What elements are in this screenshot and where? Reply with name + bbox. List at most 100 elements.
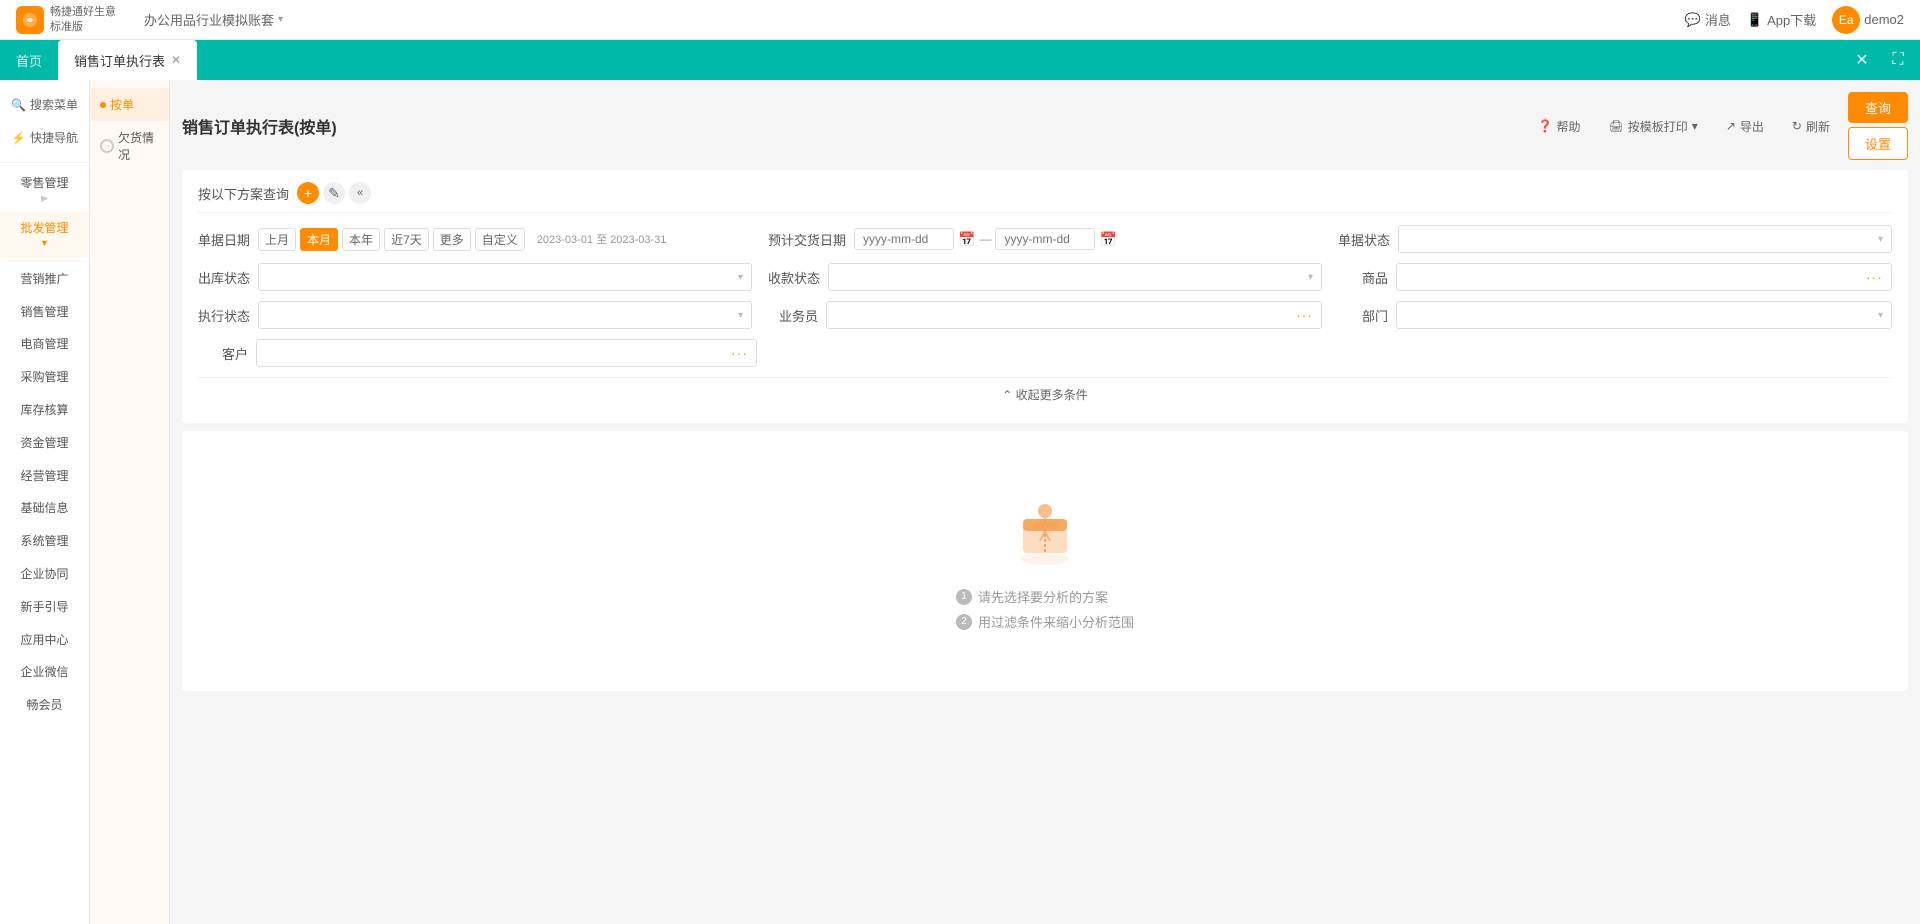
status-select[interactable]: ▾ bbox=[1398, 225, 1892, 253]
sidebar-top: 🔍 搜索菜单 ⚡ 快捷导航 bbox=[0, 80, 89, 163]
sub-item-label: 欠货情况 bbox=[118, 129, 159, 163]
tab-close-icon[interactable]: ✕ bbox=[171, 54, 181, 66]
user-profile[interactable]: Ea demo2 bbox=[1832, 6, 1904, 34]
payment-select[interactable]: ▾ bbox=[828, 263, 1322, 291]
sidebar-search[interactable]: 🔍 搜索菜单 bbox=[0, 88, 89, 121]
salesperson-label: 业务员 bbox=[768, 306, 818, 325]
tab-home[interactable]: 首页 bbox=[0, 40, 58, 80]
sidebar-item-label: 企业协同 bbox=[20, 566, 68, 583]
tab-close-window-button[interactable]: ✕ bbox=[1848, 46, 1876, 74]
customer-select[interactable]: ··· bbox=[256, 339, 757, 367]
prev-month-btn[interactable]: 上月 bbox=[258, 228, 296, 251]
salesperson-more-icon[interactable]: ··· bbox=[1296, 307, 1313, 323]
sub-item-order[interactable]: 按单 bbox=[90, 88, 169, 121]
edit-scheme-button[interactable]: ✎ bbox=[323, 182, 345, 204]
page-title: 销售订单执行表(按单) bbox=[182, 114, 337, 138]
print-dropdown-icon[interactable]: ▾ bbox=[1692, 119, 1698, 133]
tab-sales-order[interactable]: 销售订单执行表 ✕ bbox=[58, 40, 197, 80]
export-button[interactable]: ↗ 导出 bbox=[1716, 114, 1774, 139]
exec-label: 执行状态 bbox=[198, 306, 250, 325]
filter-group-department: 部门 ▾ bbox=[1338, 301, 1892, 329]
sidebar-item-member[interactable]: 畅会员 bbox=[0, 689, 89, 722]
message-icon: 💬 bbox=[1685, 12, 1701, 28]
breadcrumb-dropdown-icon[interactable]: ▾ bbox=[278, 14, 283, 25]
sidebar: 🔍 搜索菜单 ⚡ 快捷导航 零售管理 ▶ 批发管理 ▼ 营销推广 销售管理 bbox=[0, 80, 90, 924]
tip-1-text: 请先选择要分析的方案 bbox=[978, 587, 1108, 606]
search-button[interactable]: 查询 bbox=[1848, 92, 1908, 123]
calendar-start-icon[interactable]: 📅 bbox=[958, 231, 975, 248]
sidebar-menu: 零售管理 ▶ 批发管理 ▼ 营销推广 销售管理 电商管理 采购管理 库存核算 bbox=[0, 163, 89, 726]
this-year-btn[interactable]: 本年 bbox=[342, 228, 380, 251]
sidebar-item-sales[interactable]: 销售管理 bbox=[0, 296, 89, 329]
department-select[interactable]: ▾ bbox=[1396, 301, 1892, 329]
message-button[interactable]: 💬 消息 bbox=[1685, 10, 1731, 29]
sidebar-item-appstore[interactable]: 应用中心 bbox=[0, 624, 89, 657]
logo-text: 畅捷通好生意 标准版 bbox=[50, 5, 116, 34]
breadcrumb[interactable]: 办公用品行业模拟账套 ▾ bbox=[144, 10, 283, 29]
custom-btn[interactable]: 自定义 bbox=[475, 228, 525, 251]
app-download-label: App下载 bbox=[1767, 10, 1816, 29]
salesperson-select[interactable]: ··· bbox=[826, 301, 1322, 329]
goods-select[interactable]: ··· bbox=[1396, 263, 1892, 291]
sidebar-item-corpwechat[interactable]: 企业微信 bbox=[0, 656, 89, 689]
app-download-button[interactable]: 📱 App下载 bbox=[1747, 10, 1816, 29]
tab-maximize-button[interactable]: ⛶ bbox=[1884, 46, 1912, 74]
sidebar-item-label: 销售管理 bbox=[20, 304, 68, 321]
sidebar-item-retail[interactable]: 零售管理 ▶ bbox=[0, 167, 89, 212]
filter-row-4: 客户 ··· bbox=[198, 339, 1892, 367]
goods-more-icon[interactable]: ··· bbox=[1866, 269, 1883, 285]
more-btn[interactable]: 更多 bbox=[433, 228, 471, 251]
help-button[interactable]: ❓ 帮助 bbox=[1528, 114, 1591, 139]
filter-panel: 按以下方案查询 + ✎ « 单据日期 bbox=[182, 170, 1908, 423]
refresh-button[interactable]: ↻ 刷新 bbox=[1782, 114, 1840, 139]
expected-date-end-input[interactable] bbox=[995, 228, 1095, 250]
sidebar-search-label: 搜索菜单 bbox=[30, 96, 78, 113]
sidebar-item-ecommerce[interactable]: 电商管理 bbox=[0, 328, 89, 361]
collapse-more-label: ⌃ 收起更多条件 bbox=[1002, 388, 1087, 402]
sidebar-item-enterprise[interactable]: 企业协同 bbox=[0, 558, 89, 591]
phone-icon: 📱 bbox=[1747, 12, 1763, 28]
last7-btn[interactable]: 近7天 bbox=[384, 228, 429, 251]
sidebar-item-purchase[interactable]: 采购管理 bbox=[0, 361, 89, 394]
customer-label: 客户 bbox=[198, 344, 248, 363]
tab-bar-actions: ✕ ⛶ bbox=[1848, 46, 1912, 74]
content-area: 销售订单执行表(按单) ❓ 帮助 🖨 按模板打印 ▾ ↗ 导出 bbox=[170, 80, 1920, 924]
sidebar-item-system[interactable]: 系统管理 bbox=[0, 525, 89, 558]
department-label: 部门 bbox=[1338, 306, 1388, 325]
sidebar-item-label: 系统管理 bbox=[20, 533, 68, 550]
edit-icon: ✎ bbox=[328, 185, 340, 202]
expected-date-start-input[interactable] bbox=[854, 228, 954, 250]
collapse-more-button[interactable]: ⌃ 收起更多条件 bbox=[198, 377, 1892, 411]
goods-label: 商品 bbox=[1338, 268, 1388, 287]
sidebar-item-marketing[interactable]: 营销推广 bbox=[0, 263, 89, 296]
this-month-btn[interactable]: 本月 bbox=[300, 228, 338, 251]
sidebar-item-newbie[interactable]: 新手引导 bbox=[0, 591, 89, 624]
add-scheme-button[interactable]: + bbox=[297, 182, 319, 204]
exec-select[interactable]: ▾ bbox=[258, 301, 752, 329]
outbound-dropdown-icon: ▾ bbox=[738, 272, 743, 283]
sidebar-item-operations[interactable]: 经营管理 bbox=[0, 460, 89, 493]
empty-tip-1: 1 请先选择要分析的方案 bbox=[956, 587, 1134, 606]
date-control: 上月 本月 本年 近7天 更多 自定义 2023-03-01 至 2023-03… bbox=[258, 228, 752, 251]
customer-more-icon[interactable]: ··· bbox=[731, 345, 748, 361]
sidebar-item-finance[interactable]: 资金管理 bbox=[0, 427, 89, 460]
outbound-select[interactable]: ▾ bbox=[258, 263, 752, 291]
sidebar-item-inventory[interactable]: 库存核算 bbox=[0, 394, 89, 427]
sidebar-item-label: 资金管理 bbox=[20, 435, 68, 452]
collapse-scheme-button[interactable]: « bbox=[349, 182, 371, 204]
settings-button[interactable]: 设置 bbox=[1848, 127, 1908, 160]
main-layout: 🔍 搜索菜单 ⚡ 快捷导航 零售管理 ▶ 批发管理 ▼ 营销推广 销售管理 bbox=[0, 80, 1920, 924]
sidebar-item-basic[interactable]: 基础信息 bbox=[0, 492, 89, 525]
page-content: 销售订单执行表(按单) ❓ 帮助 🖨 按模板打印 ▾ ↗ 导出 bbox=[170, 80, 1920, 924]
filter-group-expected-date: 预计交货日期 📅 — 📅 bbox=[768, 228, 1322, 250]
sidebar-item-label: 营销推广 bbox=[20, 271, 68, 288]
empty-tips: 1 请先选择要分析的方案 2 用过滤条件来缩小分析范围 bbox=[956, 587, 1134, 631]
sidebar-quick-nav[interactable]: ⚡ 快捷导航 bbox=[0, 121, 89, 154]
print-button[interactable]: 🖨 按模板打印 ▾ bbox=[1599, 114, 1708, 139]
quick-nav-label: 快捷导航 bbox=[30, 129, 78, 146]
sub-item-debt[interactable]: ○ 欠货情况 bbox=[90, 121, 169, 171]
arrow-icon: ▶ bbox=[41, 192, 48, 205]
arrow-icon: ▼ bbox=[40, 237, 49, 250]
calendar-end-icon[interactable]: 📅 bbox=[1099, 231, 1116, 248]
sidebar-item-wholesale[interactable]: 批发管理 ▼ bbox=[0, 212, 89, 257]
